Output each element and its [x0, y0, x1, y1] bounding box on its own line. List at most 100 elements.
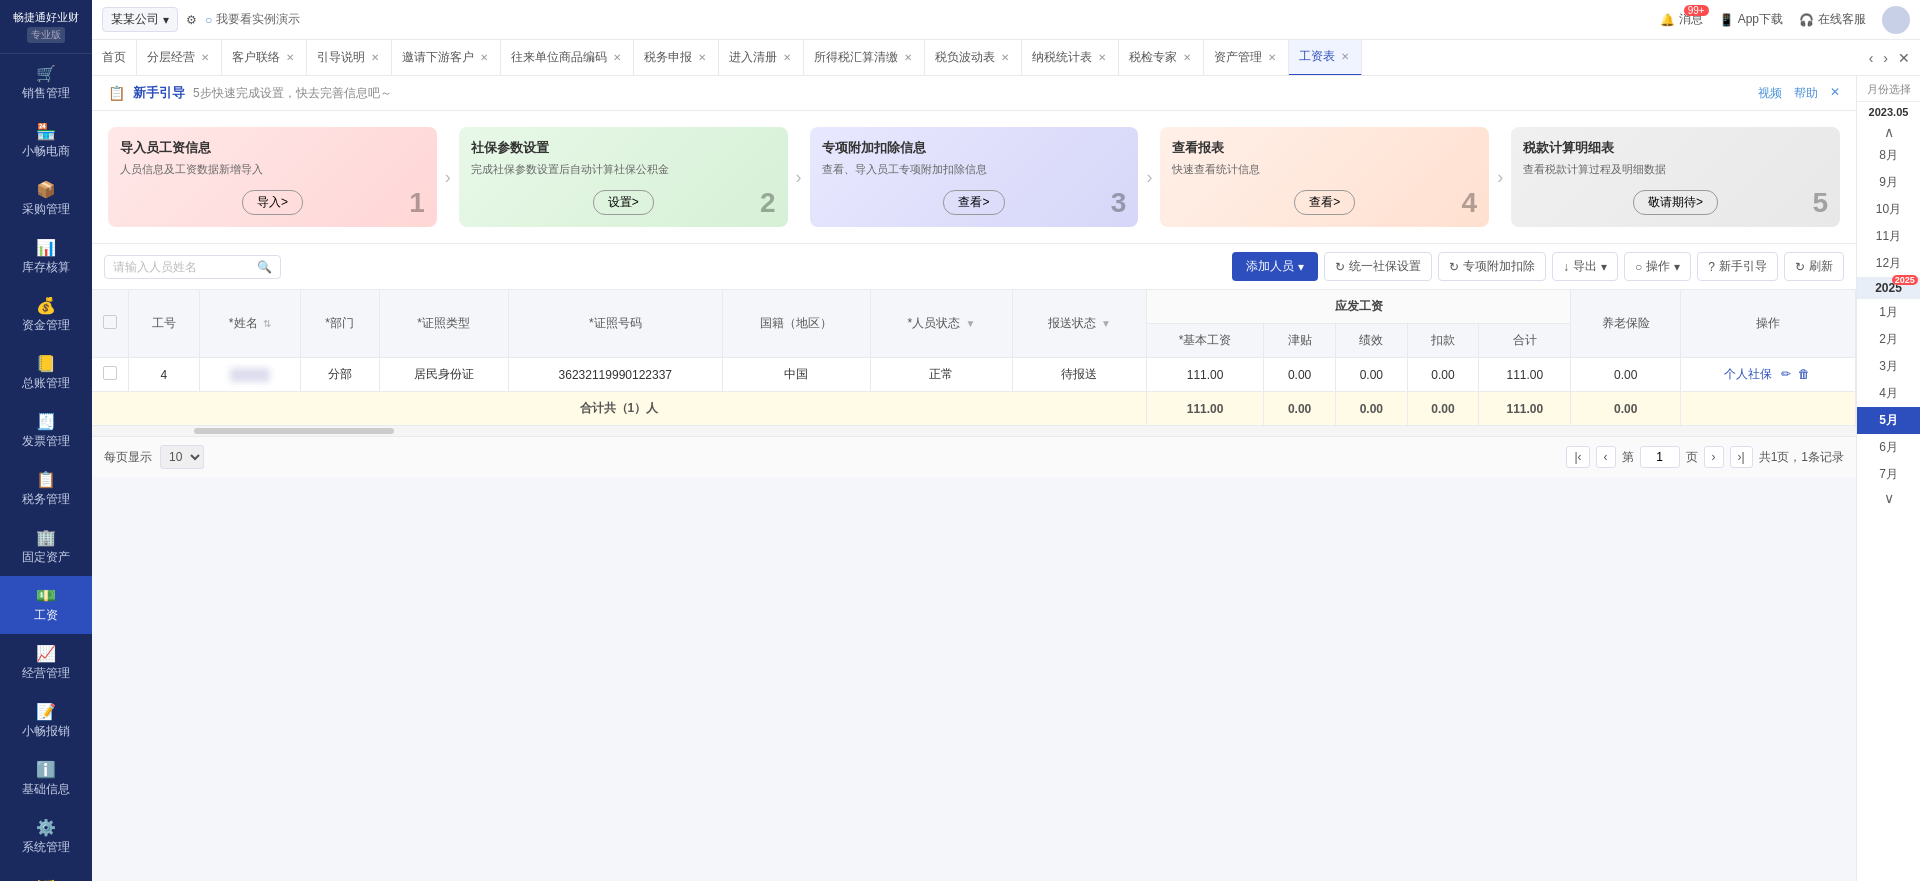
tab-nav-left[interactable]: ‹ — [1865, 46, 1878, 70]
guide-btn[interactable]: ? 新手引导 — [1697, 252, 1778, 281]
sidebar-item-collab[interactable]: 🤝企业协同 — [0, 866, 92, 881]
guide-close-icon[interactable]: ✕ — [1830, 85, 1840, 102]
tab-clearance[interactable]: 进入清册✕ — [719, 40, 804, 76]
month-nav-down[interactable]: ∨ — [1857, 488, 1920, 508]
online-service-btn[interactable]: 🎧 在线客服 — [1799, 11, 1866, 28]
social-security-btn[interactable]: ↻ 统一社保设置 — [1324, 252, 1432, 281]
tab-close-tax_exempt[interactable]: ✕ — [999, 50, 1011, 65]
month-item-10[interactable]: 10月 — [1857, 196, 1920, 223]
first-page-btn[interactable]: |‹ — [1566, 446, 1589, 468]
sidebar-item-funds[interactable]: 💰资金管理 — [0, 286, 92, 344]
step-btn-5[interactable]: 敬请期待> — [1633, 190, 1718, 215]
tab-close-clearance[interactable]: ✕ — [781, 50, 793, 65]
step-btn-3[interactable]: 查看> — [943, 190, 1004, 215]
sidebar-item-ecommerce[interactable]: 🏪小畅电商 — [0, 112, 92, 170]
next-page-btn[interactable]: › — [1704, 446, 1724, 468]
row-emp-id: 4 — [128, 358, 200, 392]
month-item-12[interactable]: 12月 — [1857, 250, 1920, 277]
prev-page-btn[interactable]: ‹ — [1596, 446, 1616, 468]
tab-close-branch[interactable]: ✕ — [199, 50, 211, 65]
tab-goods_code[interactable]: 往来单位商品编码✕ — [501, 40, 634, 76]
tab-tax_exempt[interactable]: 税负波动表✕ — [925, 40, 1022, 76]
tab-home[interactable]: 首页 — [92, 40, 137, 76]
tab-tax_return[interactable]: 税务申报✕ — [634, 40, 719, 76]
company-selector[interactable]: 某某公司 ▾ — [102, 7, 178, 32]
tab-close-invite[interactable]: ✕ — [478, 50, 490, 65]
month-item-6[interactable]: 6月 — [1857, 434, 1920, 461]
tab-assets_mgmt[interactable]: 资产管理✕ — [1204, 40, 1289, 76]
refresh-btn[interactable]: ↻ 刷新 — [1784, 252, 1844, 281]
tab-nav-right[interactable]: › — [1879, 46, 1892, 70]
app-download-btn[interactable]: 📱 App下载 — [1719, 11, 1783, 28]
guide-help-link[interactable]: 帮助 — [1794, 85, 1818, 102]
sidebar-item-management[interactable]: 📈经营管理 — [0, 634, 92, 692]
tab-customers[interactable]: 客户联络✕ — [222, 40, 307, 76]
export-btn[interactable]: ↓ 导出 ▾ — [1552, 252, 1618, 281]
sidebar-item-tax[interactable]: 📋税务管理 — [0, 460, 92, 518]
step-btn-2[interactable]: 设置> — [593, 190, 654, 215]
sidebar-item-system[interactable]: ⚙️系统管理 — [0, 808, 92, 866]
tab-close-customers[interactable]: ✕ — [284, 50, 296, 65]
horizontal-scrollbar[interactable] — [92, 426, 1856, 436]
select-all-checkbox[interactable] — [103, 315, 117, 329]
month-item-7[interactable]: 7月 — [1857, 461, 1920, 488]
guide-video-link[interactable]: 视频 — [1758, 85, 1782, 102]
sidebar-item-accounting[interactable]: 📒总账管理 — [0, 344, 92, 402]
tab-guide_tab[interactable]: 引导说明✕ — [307, 40, 392, 76]
tab-tax_expert[interactable]: 税检专家✕ — [1119, 40, 1204, 76]
tab-salary_tab[interactable]: 工资表✕ — [1289, 40, 1362, 76]
avatar[interactable] — [1882, 6, 1910, 34]
row-checkbox[interactable] — [103, 366, 117, 380]
tab-tax_calc[interactable]: 所得税汇算清缴✕ — [804, 40, 925, 76]
tab-close-tax_expert[interactable]: ✕ — [1181, 50, 1193, 65]
tab-close-guide_tab[interactable]: ✕ — [369, 50, 381, 65]
month-item-5[interactable]: 5月 — [1857, 407, 1920, 434]
action-delete-btn[interactable]: 🗑 — [1796, 367, 1812, 381]
tab-branch[interactable]: 分层经营✕ — [137, 40, 222, 76]
search-input[interactable] — [113, 260, 253, 274]
sidebar-item-purchase[interactable]: 📦采购管理 — [0, 170, 92, 228]
add-person-btn[interactable]: 添加人员 ▾ — [1232, 252, 1318, 281]
month-item-3[interactable]: 3月 — [1857, 353, 1920, 380]
month-item-8[interactable]: 8月 — [1857, 142, 1920, 169]
filter-icon-status[interactable]: ▼ — [965, 318, 975, 329]
sidebar-item-sales[interactable]: 🛒销售管理 — [0, 54, 92, 112]
sidebar-item-inventory[interactable]: 📊库存核算 — [0, 228, 92, 286]
deduction-btn[interactable]: ↻ 专项附加扣除 — [1438, 252, 1546, 281]
notice-btn[interactable]: 🔔 消息 99+ — [1660, 11, 1703, 28]
tab-close-assets_mgmt[interactable]: ✕ — [1266, 50, 1278, 65]
tab-close-salary_tab[interactable]: ✕ — [1339, 49, 1351, 64]
demo-link[interactable]: ○ 我要看实例演示 — [205, 11, 300, 28]
action-personal-insurance[interactable]: 个人社保 — [1724, 367, 1772, 381]
month-item-1[interactable]: 1月 — [1857, 299, 1920, 326]
month-item-4[interactable]: 4月 — [1857, 380, 1920, 407]
sort-icon[interactable]: ⇅ — [263, 318, 271, 329]
per-page-select[interactable]: 10 20 50 — [160, 445, 204, 469]
tab-close-tax_return[interactable]: ✕ — [696, 50, 708, 65]
sidebar-item-invoice[interactable]: 🧾发票管理 — [0, 402, 92, 460]
month-item-9[interactable]: 9月 — [1857, 169, 1920, 196]
settings-gear-btn[interactable]: ⚙ — [186, 13, 197, 27]
month-nav-up[interactable]: ∧ — [1857, 122, 1920, 142]
sidebar-item-assets[interactable]: 🏢固定资产 — [0, 518, 92, 576]
action-edit-btn[interactable]: ✏ — [1779, 367, 1793, 381]
step-btn-1[interactable]: 导入> — [242, 190, 303, 215]
step-btn-4[interactable]: 查看> — [1294, 190, 1355, 215]
last-page-btn[interactable]: ›| — [1730, 446, 1753, 468]
sidebar-item-report[interactable]: 📝小畅报销 — [0, 692, 92, 750]
tab-close-tax_calc[interactable]: ✕ — [902, 50, 914, 65]
sidebar-item-basic[interactable]: ℹ️基础信息 — [0, 750, 92, 808]
tab-invite[interactable]: 邀请下游客户✕ — [392, 40, 501, 76]
search-icon[interactable]: 🔍 — [257, 260, 272, 274]
scrollbar-thumb[interactable] — [194, 428, 394, 434]
month-item-2[interactable]: 2月 — [1857, 326, 1920, 353]
tab-close-goods_code[interactable]: ✕ — [611, 50, 623, 65]
tab-close-all[interactable]: ✕ — [1894, 46, 1914, 70]
page-number-input[interactable] — [1640, 446, 1680, 468]
action-btn[interactable]: ○ 操作 ▾ — [1624, 252, 1691, 281]
month-item-11[interactable]: 11月 — [1857, 223, 1920, 250]
tab-tax_stats[interactable]: 纳税统计表✕ — [1022, 40, 1119, 76]
sidebar-item-salary[interactable]: 💵工资 — [0, 576, 92, 634]
tab-close-tax_stats[interactable]: ✕ — [1096, 50, 1108, 65]
filter-icon-report[interactable]: ▼ — [1101, 318, 1111, 329]
